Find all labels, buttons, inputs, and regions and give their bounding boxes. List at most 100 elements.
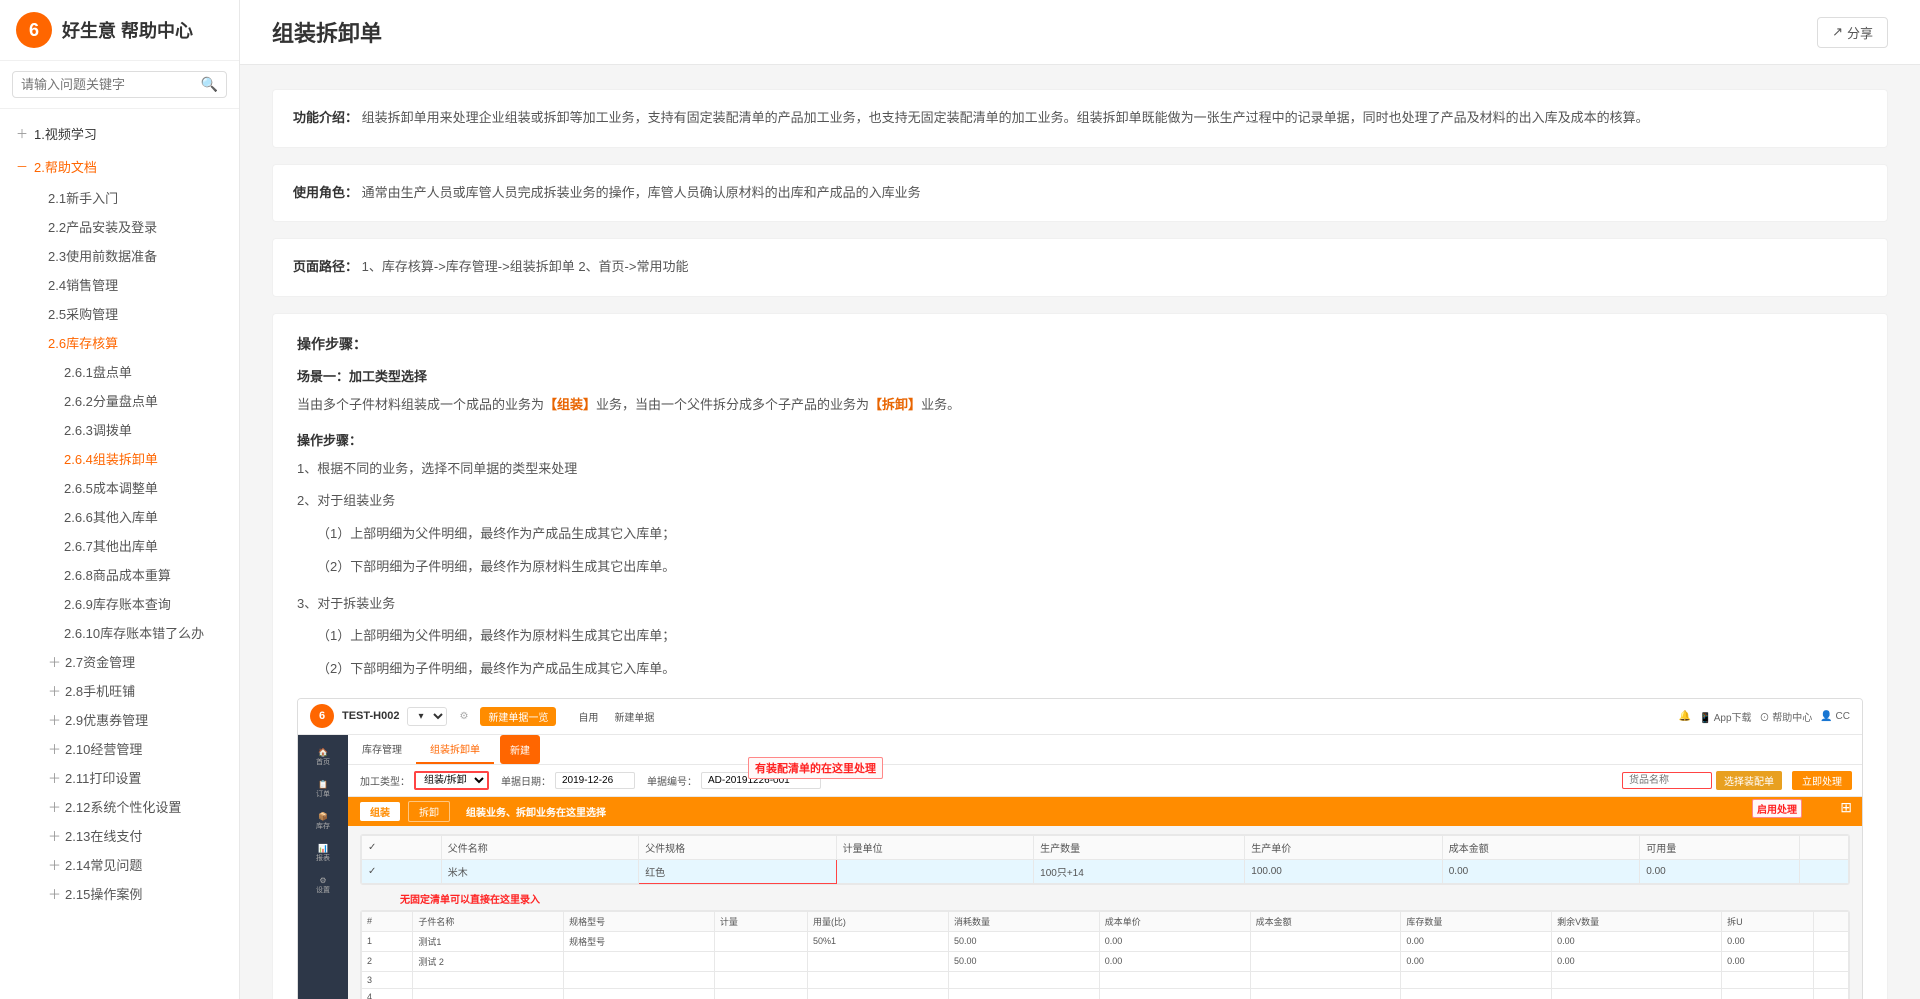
sidebar-item-inventory[interactable]: 2.6库存核算 bbox=[32, 328, 239, 357]
mock-lower-table-wrap: # 子件名称 规格型号 计量 用量(比) 消耗数量 成本单价 成 bbox=[360, 910, 1850, 999]
cell-cprice: 0.00 bbox=[1099, 951, 1250, 971]
sidebar-item-sales[interactable]: 2.4销售管理 bbox=[32, 270, 239, 299]
scene1-desc: 当由多个子件材料组装成一个成品的业务为【组装】业务，当由一个父件拆分成多个子产品… bbox=[297, 393, 1863, 418]
feature-text: 组装拆卸单用来处理企业组装或拆卸等加工业务，支持有固定装配清单的产品加工业务，也… bbox=[362, 110, 1649, 125]
mock-expand-icon[interactable]: ⊞ bbox=[1840, 799, 1852, 816]
cell-split: 0.00 bbox=[1722, 951, 1813, 971]
sidebar-item-other-in[interactable]: 2.6.6其他入库单 bbox=[32, 502, 239, 531]
sidebar-item-mobile[interactable]: ＋2.8手机旺铺 bbox=[32, 676, 239, 705]
sidebar-item-inv-check[interactable]: 2.6.9库存账本查询 bbox=[32, 589, 239, 618]
mock-sidebar-order[interactable]: 📋订单 bbox=[305, 775, 341, 805]
mock-sidebar-inv[interactable]: 📦库存 bbox=[305, 807, 341, 837]
cell-prod-qty: 100只+14 bbox=[1034, 859, 1245, 883]
step3-1-text: （1）上部明细为父件明细，最终作为原材料生成其它出库单； bbox=[297, 624, 1863, 649]
minus-icon: － bbox=[16, 158, 28, 175]
plus-icon: ＋ bbox=[48, 829, 61, 844]
mock-form-bar: 加工类型： 组装/拆卸 单据日期： 单 bbox=[348, 765, 1862, 797]
col-spec: 规格型号 bbox=[564, 911, 715, 931]
mock-main-area: 库存管理 组装拆卸单 新建 加工类型： 组装/拆卸 bbox=[348, 735, 1862, 999]
highlight-disassembly: 【拆卸】 bbox=[869, 397, 921, 412]
sidebar-item-adj[interactable]: 2.6.3调拨单 bbox=[32, 415, 239, 444]
mock-tab-close[interactable]: 新建 bbox=[500, 735, 540, 764]
mock-select-btn-wrap: 选择装配单 bbox=[1622, 771, 1782, 790]
sidebar-item-assembly[interactable]: 2.6.4组装拆卸单 bbox=[32, 444, 239, 473]
sidebar-item-cost-recalc[interactable]: 2.6.8商品成本重算 bbox=[32, 560, 239, 589]
cell-check: ✓ bbox=[362, 859, 442, 883]
sidebar-item-split-stocktake[interactable]: 2.6.2分量盘点单 bbox=[32, 386, 239, 415]
mock-field-date: 单据日期： bbox=[501, 772, 635, 789]
sidebar-item-capital[interactable]: ＋2.7资金管理 bbox=[32, 647, 239, 676]
mock-logo: 6 bbox=[310, 704, 334, 728]
mock-assembly-type-btn[interactable]: 组装 bbox=[360, 802, 400, 821]
mock-icon-1: 🔔 bbox=[1679, 711, 1691, 722]
col-parent-spec: 父件规格 bbox=[639, 835, 836, 859]
mock-tab-inventory[interactable]: 库存管理 bbox=[348, 735, 416, 764]
plus-icon: ＋ bbox=[48, 655, 61, 670]
main-header: 组装拆卸单 ↗ 分享 bbox=[240, 0, 1920, 65]
mock-sidebar-home[interactable]: 🏠首页 bbox=[305, 743, 341, 773]
sidebar-item-custom[interactable]: ＋2.12系统个性化设置 bbox=[32, 792, 239, 821]
step2-2-text: （2）下部明细为子件明细，最终作为原材料生成其它出库单。 bbox=[297, 555, 1863, 580]
mock-tab-assembly[interactable]: 组装拆卸单 bbox=[416, 735, 494, 764]
cell-remain: 0.00 bbox=[1552, 931, 1722, 951]
mock-type-select[interactable]: 组装/拆卸 bbox=[414, 771, 489, 790]
mock-field-type: 加工类型： 组装/拆卸 bbox=[360, 771, 489, 790]
sidebar-item-stocktake[interactable]: 2.6.1盘点单 bbox=[32, 357, 239, 386]
step3-2-text: （2）下部明细为子件明细，最终作为产成品生成其它入库单。 bbox=[297, 657, 1863, 682]
cell-no: 1 bbox=[362, 931, 413, 951]
sidebar-item-video[interactable]: ＋ 1.视频学习 bbox=[0, 117, 239, 150]
mock-sidebar-settings[interactable]: ⚙设置 bbox=[305, 871, 341, 901]
sidebar-item-data-prep[interactable]: 2.3使用前数据准备 bbox=[32, 241, 239, 270]
cell-name: 测试1 bbox=[413, 931, 564, 951]
label: 2.4销售管理 bbox=[48, 278, 118, 293]
cell-cprice: 0.00 bbox=[1099, 931, 1250, 951]
mock-nav-new[interactable]: 新建单据 bbox=[608, 707, 660, 726]
col-cost-price: 成本单价 bbox=[1099, 911, 1250, 931]
share-icon: ↗ bbox=[1832, 24, 1843, 40]
mock-lower-table: # 子件名称 规格型号 计量 用量(比) 消耗数量 成本单价 成 bbox=[361, 911, 1849, 999]
search-icon[interactable]: 🔍 bbox=[201, 76, 218, 93]
cell-qty: 100.00 bbox=[1245, 859, 1442, 883]
mock-add-btn[interactable]: 新建单据一览 bbox=[480, 707, 556, 726]
sidebar-item-docs[interactable]: － 2.帮助文档 bbox=[0, 150, 239, 183]
table-row: ✓ 米木 红色 100只+14 100.00 0.00 0.0 bbox=[362, 859, 1849, 883]
mock-company: TEST-H002 bbox=[342, 710, 399, 722]
sidebar-item-ops[interactable]: ＋2.10经营管理 bbox=[32, 734, 239, 763]
mock-select-btn[interactable]: 选择装配单 bbox=[1716, 771, 1782, 790]
sidebar-item-inv-wrong[interactable]: 2.6.10库存账本错了么办 bbox=[32, 618, 239, 647]
cell-spec: 红色 bbox=[639, 859, 836, 883]
sidebar-item-install[interactable]: 2.2产品安装及登录 bbox=[32, 212, 239, 241]
mock-process-btn[interactable]: 立即处理 bbox=[1792, 771, 1852, 790]
col-consume: 消耗数量 bbox=[949, 911, 1100, 931]
mock-nav-home[interactable]: 自用 bbox=[572, 707, 604, 726]
sidebar-item-online-pay[interactable]: ＋2.13在线支付 bbox=[32, 821, 239, 850]
plus-icon: ＋ bbox=[48, 771, 61, 786]
sidebar-item-cases[interactable]: ＋2.15操作案例 bbox=[32, 879, 239, 908]
sidebar-item-faq[interactable]: ＋2.14常见问题 bbox=[32, 850, 239, 879]
sidebar-item-print[interactable]: ＋2.11打印设置 bbox=[32, 763, 239, 792]
sidebar-item-coupon[interactable]: ＋2.9优惠券管理 bbox=[32, 705, 239, 734]
step2-1-text: （1）上部明细为父件明细，最终作为产成品生成其它入库单； bbox=[297, 522, 1863, 547]
sidebar-item-purchase[interactable]: 2.5采购管理 bbox=[32, 299, 239, 328]
operations-section: 操作步骤： 场景一：加工类型选择 当由多个子件材料组装成一个成品的业务为【组装】… bbox=[272, 313, 1888, 999]
feature-label: 功能介绍： bbox=[293, 110, 358, 125]
mock-goods-input[interactable] bbox=[1622, 772, 1712, 789]
mock-nav: 自用 新建单据 bbox=[572, 707, 660, 726]
cell-uprice: 0.00 bbox=[1442, 859, 1639, 883]
mock-icon-2: 📱 App下载 bbox=[1699, 709, 1751, 724]
share-button[interactable]: ↗ 分享 bbox=[1817, 17, 1888, 48]
mock-upper-table-wrap: ✓ 父件名称 父件规格 计量单位 生产数量 生产单价 成本金额 bbox=[360, 834, 1850, 885]
mock-sidebar-report[interactable]: 📊报表 bbox=[305, 839, 341, 869]
mock-right-icons: 🔔 📱 App下载 ⊙ 帮助中心 👤 CC bbox=[1679, 709, 1850, 724]
sidebar-item-new-user[interactable]: 2.1新手入门 bbox=[32, 183, 239, 212]
mock-date-input[interactable] bbox=[555, 772, 635, 789]
mock-company-select[interactable]: ▾ bbox=[407, 707, 447, 726]
col-avail: 可用量 bbox=[1640, 835, 1800, 859]
mock-disassembly-type-btn[interactable]: 拆卸 bbox=[408, 801, 450, 822]
cell-name: 米木 bbox=[441, 859, 638, 883]
sidebar-item-cost-adj[interactable]: 2.6.5成本调整单 bbox=[32, 473, 239, 502]
search-input[interactable] bbox=[21, 77, 201, 92]
plus-icon: ＋ bbox=[16, 125, 28, 142]
sidebar-item-other-out[interactable]: 2.6.7其他出库单 bbox=[32, 531, 239, 560]
col-check: ✓ bbox=[362, 835, 442, 859]
